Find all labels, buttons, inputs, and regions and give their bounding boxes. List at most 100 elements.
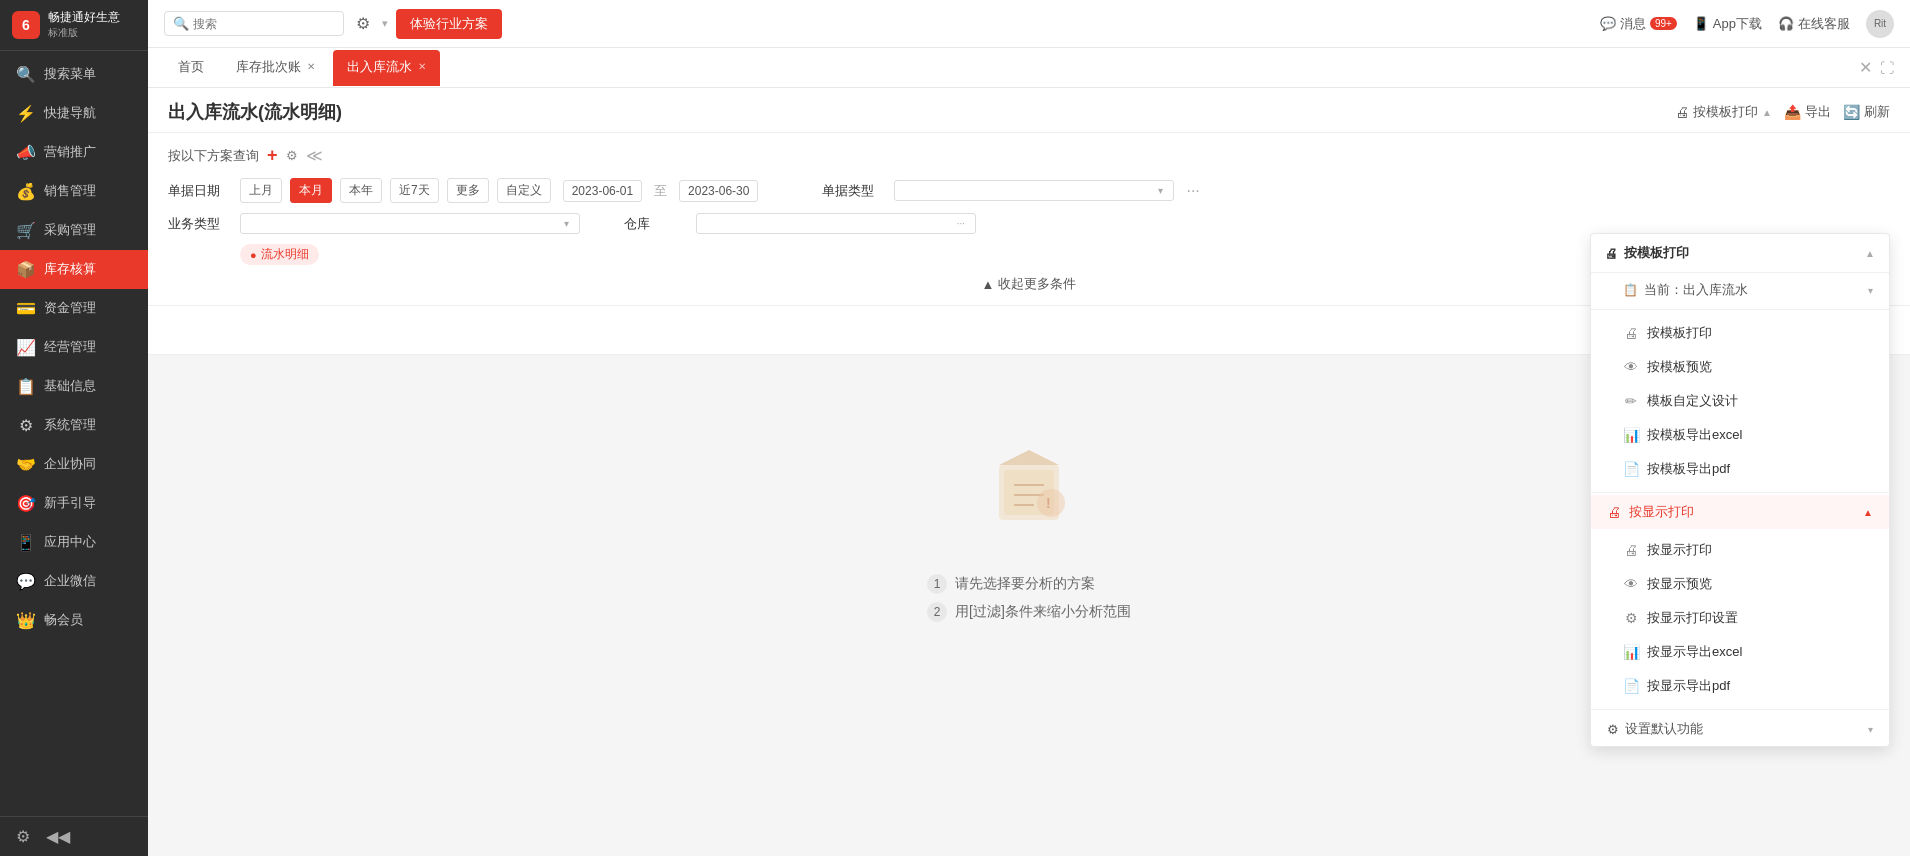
filter-row-1: 单据日期 上月 本月 本年 近7天 更多 自定义 2023-06-01 至 20… [168, 178, 1890, 203]
biz-type-label: 业务类型 [168, 215, 228, 233]
sidebar-item-member[interactable]: 👑 畅会员 [0, 601, 148, 640]
filter-collapse-icon[interactable]: ≪ [306, 146, 323, 165]
topbar-message[interactable]: 💬 消息 99+ [1600, 15, 1677, 33]
dropdown-item-display-print[interactable]: 🖨 按显示打印 [1591, 533, 1889, 567]
page-actions: 🖨 按模板打印 ▲ 📤 导出 🔄 刷新 [1675, 103, 1890, 121]
template-custom-icon: ✏ [1623, 393, 1639, 409]
message-icon: 💬 [1600, 16, 1616, 31]
date-btn-this-month[interactable]: 本月 [290, 178, 332, 203]
topbar-app-download[interactable]: 📱 App下载 [1693, 15, 1762, 33]
topbar-search-input[interactable] [193, 17, 323, 31]
dropdown-footer-set-default[interactable]: ⚙ 设置默认功能 ▾ [1591, 712, 1889, 746]
member-icon: 👑 [16, 611, 36, 630]
window-close-icon[interactable]: ✕ [1859, 58, 1872, 77]
dropdown-display-print-subheader[interactable]: 🖨 按显示打印 ▲ [1591, 495, 1889, 529]
filter-tag-shuimingxi[interactable]: ● 流水明细 [240, 244, 319, 265]
sidebar-item-coop[interactable]: 🤝 企业协同 [0, 445, 148, 484]
sidebar-item-basic[interactable]: 📋 基础信息 [0, 367, 148, 406]
doc-type-more-icon[interactable]: ··· [1186, 182, 1199, 200]
inventory-icon: 📦 [16, 260, 36, 279]
dropdown-item-template-print[interactable]: 🖨 按模板打印 [1591, 316, 1889, 350]
sidebar-item-wechat[interactable]: 💬 企业微信 [0, 562, 148, 601]
filter-settings-icon[interactable]: ⚙ [286, 148, 298, 163]
doc-type-arrow-icon: ▾ [1158, 185, 1163, 196]
tab-stock-flow[interactable]: 出入库流水 ✕ [333, 50, 440, 86]
system-icon: ⚙ [16, 416, 36, 435]
topbar: 🔍 ⚙ ▾ 体验行业方案 💬 消息 99+ 📱 App下载 🎧 在线客服 R [148, 0, 1910, 48]
dropdown-item-template-preview[interactable]: 👁 按模板预览 [1591, 350, 1889, 384]
empty-illustration: ! [979, 435, 1079, 554]
close-stock-flow-tab-icon[interactable]: ✕ [418, 61, 426, 72]
dropdown-current-selection[interactable]: 📋 当前：出入库流水 ▾ [1591, 273, 1889, 307]
dropdown-item-display-print-settings[interactable]: ⚙ 按显示打印设置 [1591, 601, 1889, 635]
sidebar-item-appstore[interactable]: 📱 应用中心 [0, 523, 148, 562]
sidebar-item-purchase[interactable]: 🛒 采购管理 [0, 211, 148, 250]
empty-step-2: 2 用[过滤]条件来缩小分析范围 [927, 602, 1131, 622]
sidebar-item-finance[interactable]: 💳 资金管理 [0, 289, 148, 328]
dropdown-item-template-export-excel[interactable]: 📊 按模板导出excel [1591, 418, 1889, 452]
warehouse-label: 仓库 [624, 215, 684, 233]
topbar-search-icon: 🔍 [173, 16, 189, 31]
dropdown-item-display-export-excel[interactable]: 📊 按显示导出excel [1591, 635, 1889, 669]
empty-step-1: 1 请先选择要分析的方案 [927, 574, 1131, 594]
topbar-user[interactable]: Rit [1866, 10, 1894, 38]
sidebar-logo: 6 畅捷通好生意 标准版 [0, 0, 148, 51]
date-range-start[interactable]: 2023-06-01 [563, 180, 642, 202]
date-btn-more[interactable]: 更多 [447, 178, 489, 203]
date-range-end[interactable]: 2023-06-30 [679, 180, 758, 202]
tag-icon: ● [250, 249, 257, 261]
sidebar-item-marketing[interactable]: 📣 营销推广 [0, 133, 148, 172]
template-excel-icon: 📊 [1623, 427, 1639, 443]
topbar-search-box[interactable]: 🔍 [164, 11, 344, 36]
dropdown-item-template-export-pdf[interactable]: 📄 按模板导出pdf [1591, 452, 1889, 486]
industry-solution-button[interactable]: 体验行业方案 [396, 9, 502, 39]
dropdown-collapse-icon[interactable]: ▲ [1865, 248, 1875, 259]
warehouse-arrow-icon: ··· [957, 218, 965, 229]
window-maximize-icon[interactable]: ⛶ [1880, 60, 1894, 76]
app-download-icon: 📱 [1693, 16, 1709, 31]
operation-icon: 📈 [16, 338, 36, 357]
tab-inventory-batch[interactable]: 库存批次账 ✕ [222, 50, 329, 86]
date-buttons: 上月 本月 本年 近7天 更多 自定义 [240, 178, 551, 203]
date-btn-7days[interactable]: 近7天 [390, 178, 439, 203]
dropdown-header-left: 🖨 按模板打印 [1605, 244, 1689, 262]
topbar-gear-icon[interactable]: ⚙ [356, 14, 370, 33]
dropdown-item-template-custom[interactable]: ✏ 模板自定义设计 [1591, 384, 1889, 418]
filter-add-button[interactable]: + [267, 145, 278, 166]
template-pdf-icon: 📄 [1623, 461, 1639, 477]
biz-type-select[interactable]: ▾ [240, 213, 580, 234]
sidebar-item-search[interactable]: 🔍 搜索菜单 [0, 55, 148, 94]
sidebar-item-operation[interactable]: 📈 经营管理 [0, 328, 148, 367]
settings-bottom-icon[interactable]: ⚙ [16, 827, 30, 846]
date-btn-this-year[interactable]: 本年 [340, 178, 382, 203]
refresh-button[interactable]: 🔄 刷新 [1843, 103, 1890, 121]
print-template-button[interactable]: 🖨 按模板打印 ▲ [1675, 103, 1772, 121]
sidebar-item-quicknav[interactable]: ⚡ 快捷导航 [0, 94, 148, 133]
search-icon: 🔍 [16, 65, 36, 84]
collapse-sidebar-icon[interactable]: ◀◀ [46, 827, 70, 846]
message-badge: 99+ [1650, 17, 1677, 30]
sidebar-item-sales[interactable]: 💰 销售管理 [0, 172, 148, 211]
print-dropdown-arrow[interactable]: ▲ [1762, 107, 1772, 118]
page-title: 出入库流水(流水明细) [168, 100, 342, 124]
subheader-collapse-icon[interactable]: ▲ [1863, 507, 1873, 518]
date-btn-last-month[interactable]: 上月 [240, 178, 282, 203]
dropdown-item-display-export-pdf[interactable]: 📄 按显示导出pdf [1591, 669, 1889, 703]
topbar-dropdown-arrow[interactable]: ▾ [382, 17, 388, 30]
sidebar-item-inventory[interactable]: 📦 库存核算 [0, 250, 148, 289]
topbar-online-service[interactable]: 🎧 在线客服 [1778, 15, 1850, 33]
dropdown-print-icon: 🖨 [1605, 246, 1618, 261]
sidebar-item-system[interactable]: ⚙ 系统管理 [0, 406, 148, 445]
filter-row-2: 业务类型 ▾ 仓库 ··· [168, 213, 1890, 234]
warehouse-select[interactable]: ··· [696, 213, 976, 234]
dropdown-item-display-preview[interactable]: 👁 按显示预览 [1591, 567, 1889, 601]
display-pdf-icon: 📄 [1623, 678, 1639, 694]
sidebar-item-guide[interactable]: 🎯 新手引导 [0, 484, 148, 523]
close-inventory-batch-tab-icon[interactable]: ✕ [307, 61, 315, 72]
export-button[interactable]: 📤 导出 [1784, 103, 1831, 121]
doc-type-select[interactable]: ▾ [894, 180, 1174, 201]
purchase-icon: 🛒 [16, 221, 36, 240]
filter-search-label: 按以下方案查询 [168, 147, 259, 165]
date-btn-custom[interactable]: 自定义 [497, 178, 551, 203]
tab-home[interactable]: 首页 [164, 50, 218, 86]
